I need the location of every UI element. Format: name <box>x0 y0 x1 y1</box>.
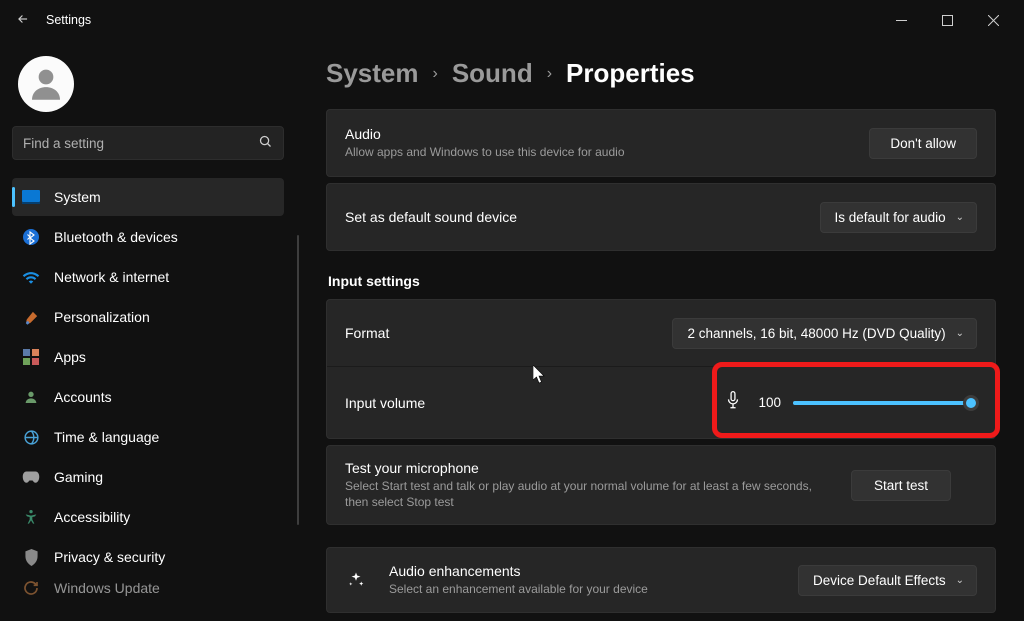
audio-card: Audio Allow apps and Windows to use this… <box>326 109 996 177</box>
default-device-value: Is default for audio <box>835 210 946 225</box>
default-device-title: Set as default sound device <box>345 209 804 225</box>
search-field[interactable] <box>23 136 258 151</box>
update-icon <box>22 579 40 597</box>
breadcrumb: System › Sound › Properties <box>326 58 996 89</box>
chevron-right-icon: › <box>433 65 438 83</box>
accessibility-icon <box>22 508 40 526</box>
input-volume-control: 100 <box>725 391 977 414</box>
audio-title: Audio <box>345 126 853 142</box>
input-card: Format 2 channels, 16 bit, 48000 Hz (DVD… <box>326 299 996 439</box>
format-select[interactable]: 2 channels, 16 bit, 48000 Hz (DVD Qualit… <box>672 318 977 349</box>
dont-allow-button[interactable]: Don't allow <box>869 128 977 159</box>
title-bar: Settings <box>0 0 1024 40</box>
default-device-card: Set as default sound device Is default f… <box>326 183 996 251</box>
sidebar-item-personalization[interactable]: Personalization <box>12 298 284 336</box>
bluetooth-icon <box>22 228 40 246</box>
enhancements-card[interactable]: Audio enhancements Select an enhancement… <box>326 547 996 613</box>
sidebar-item-label: Accounts <box>54 389 112 405</box>
sidebar-item-label: Apps <box>54 349 86 365</box>
close-button[interactable] <box>970 4 1016 36</box>
enhancements-subtitle: Select an enhancement available for your… <box>389 581 782 597</box>
sidebar-item-accessibility[interactable]: Accessibility <box>12 498 284 536</box>
sparkle-icon <box>345 571 367 589</box>
breadcrumb-system[interactable]: System <box>326 58 419 89</box>
breadcrumb-properties: Properties <box>566 58 695 89</box>
sidebar-item-label: Network & internet <box>54 269 169 285</box>
format-value: 2 channels, 16 bit, 48000 Hz (DVD Qualit… <box>687 326 945 341</box>
chevron-down-icon: ⌄ <box>956 328 964 339</box>
sidebar-item-system[interactable]: System <box>12 178 284 216</box>
clock-globe-icon <box>22 428 40 446</box>
sidebar-item-gaming[interactable]: Gaming <box>12 458 284 496</box>
input-volume-slider[interactable] <box>793 394 977 412</box>
audio-subtitle: Allow apps and Windows to use this devic… <box>345 144 853 160</box>
apps-icon <box>22 348 40 366</box>
default-device-select[interactable]: Is default for audio ⌄ <box>820 202 977 233</box>
chevron-down-icon: ⌄ <box>956 212 964 223</box>
search-input[interactable] <box>12 126 284 160</box>
sidebar-item-label: Gaming <box>54 469 103 485</box>
sidebar-item-label: Time & language <box>54 429 159 445</box>
window-title: Settings <box>46 13 91 27</box>
test-mic-title: Test your microphone <box>345 460 835 476</box>
sidebar-item-label: Personalization <box>54 309 150 325</box>
sidebar-item-apps[interactable]: Apps <box>12 338 284 376</box>
enhancements-select[interactable]: Device Default Effects ⌄ <box>798 565 977 596</box>
sidebar-item-accounts[interactable]: Accounts <box>12 378 284 416</box>
sidebar-item-label: Accessibility <box>54 509 130 525</box>
test-mic-subtitle: Select Start test and talk or play audio… <box>345 478 835 510</box>
test-mic-card: Test your microphone Select Start test a… <box>326 445 996 525</box>
sidebar-item-privacy[interactable]: Privacy & security <box>12 538 284 576</box>
format-title: Format <box>345 325 656 341</box>
wifi-icon <box>22 268 40 286</box>
back-button[interactable] <box>8 12 38 29</box>
sidebar: System Bluetooth & devices Network & int… <box>0 40 296 621</box>
avatar[interactable] <box>18 56 74 112</box>
enhancements-value: Device Default Effects <box>813 573 946 588</box>
content-area: System › Sound › Properties Audio Allow … <box>296 40 1024 621</box>
input-volume-title: Input volume <box>345 395 709 411</box>
slider-thumb[interactable] <box>963 395 979 411</box>
minimize-button[interactable] <box>878 4 924 36</box>
enhancements-title: Audio enhancements <box>389 563 782 579</box>
sidebar-item-bluetooth[interactable]: Bluetooth & devices <box>12 218 284 256</box>
sidebar-item-label: Privacy & security <box>54 549 165 565</box>
sidebar-nav: System Bluetooth & devices Network & int… <box>12 178 284 598</box>
shield-icon <box>22 548 40 566</box>
chevron-down-icon: ⌄ <box>956 575 964 586</box>
slider-fill <box>793 401 977 405</box>
sidebar-item-time[interactable]: Time & language <box>12 418 284 456</box>
breadcrumb-sound[interactable]: Sound <box>452 58 533 89</box>
sidebar-scrollbar[interactable] <box>297 235 299 525</box>
sidebar-item-update[interactable]: Windows Update <box>12 578 284 598</box>
display-icon <box>22 188 40 206</box>
maximize-button[interactable] <box>924 4 970 36</box>
input-settings-heading: Input settings <box>328 273 996 289</box>
input-volume-value: 100 <box>753 395 781 410</box>
sidebar-item-label: Bluetooth & devices <box>54 229 178 245</box>
sidebar-item-label: System <box>54 189 101 205</box>
search-icon <box>258 134 273 152</box>
paintbrush-icon <box>22 308 40 326</box>
sidebar-item-label: Windows Update <box>54 580 160 596</box>
chevron-right-icon: › <box>547 65 552 83</box>
window-controls <box>878 4 1016 36</box>
accounts-icon <box>22 388 40 406</box>
start-test-button[interactable]: Start test <box>851 470 951 501</box>
gamepad-icon <box>22 468 40 486</box>
microphone-icon <box>725 391 741 414</box>
sidebar-item-network[interactable]: Network & internet <box>12 258 284 296</box>
